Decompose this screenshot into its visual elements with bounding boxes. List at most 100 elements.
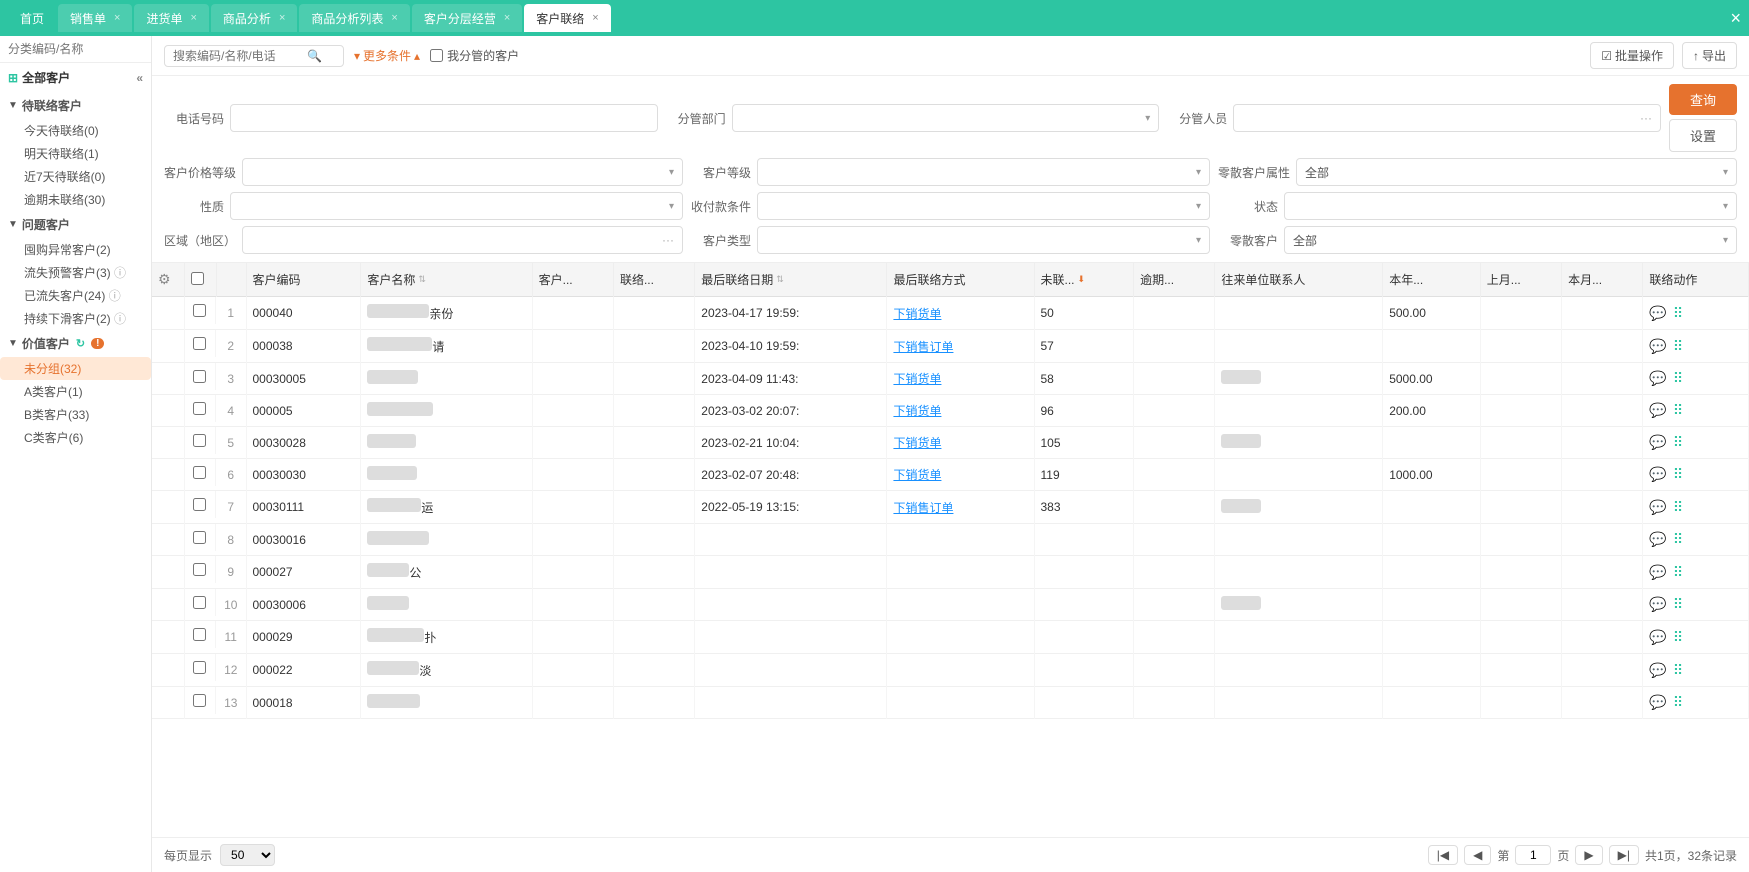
contact-phone-icon[interactable]: 💬: [1649, 402, 1666, 419]
row-checkbox-cell[interactable]: [185, 589, 217, 616]
row-checkbox[interactable]: [193, 402, 206, 415]
sidebar-item-tomorrow-pending[interactable]: 明天待联络(1): [0, 142, 151, 165]
col-last-contact-date[interactable]: 最后联络日期⇅: [695, 263, 887, 297]
close-all-button[interactable]: ×: [1730, 8, 1741, 29]
filter-manager-select[interactable]: ···: [1233, 104, 1661, 132]
col-customer-type[interactable]: 客户...: [532, 263, 613, 297]
select-all-checkbox[interactable]: [191, 272, 204, 285]
more-action-icon[interactable]: ⠿: [1673, 338, 1683, 355]
value-refresh-icon[interactable]: ↻: [76, 337, 85, 350]
page-first-button[interactable]: |◀: [1428, 845, 1458, 865]
more-action-icon[interactable]: ⠿: [1673, 434, 1683, 451]
more-action-icon[interactable]: ⠿: [1673, 466, 1683, 483]
tab-customer-segment-close[interactable]: ×: [504, 12, 510, 24]
contact-phone-icon[interactable]: 💬: [1649, 305, 1666, 322]
all-customers-section[interactable]: ⊞ 全部客户 «: [0, 63, 151, 92]
sidebar-item-declining[interactable]: 持续下滑客户(2) ⓘ: [0, 307, 151, 330]
tab-product-analysis-list-close[interactable]: ×: [391, 12, 397, 24]
row-checkbox-cell[interactable]: [185, 524, 217, 551]
row-last-method[interactable]: 下销货单: [887, 297, 1034, 330]
search-box[interactable]: 🔍: [164, 45, 344, 67]
my-customers-checkbox[interactable]: 我分管的客户: [430, 47, 519, 64]
my-customers-input[interactable]: [430, 49, 443, 62]
filter-manager-dots[interactable]: ···: [1640, 111, 1652, 125]
col-customer-code[interactable]: 客户编码: [246, 263, 361, 297]
tab-home[interactable]: 首页: [8, 4, 56, 32]
sidebar-item-week-pending[interactable]: 近7天待联络(0): [0, 165, 151, 188]
row-last-method[interactable]: 下销货单: [887, 427, 1034, 459]
sidebar-item-class-c[interactable]: C类客户(6): [0, 426, 151, 449]
sidebar-item-churned[interactable]: 已流失客户(24) ⓘ: [0, 284, 151, 307]
more-action-icon[interactable]: ⠿: [1673, 596, 1683, 613]
more-action-icon[interactable]: ⠿: [1673, 499, 1683, 516]
sidebar-item-overdue-pending[interactable]: 逾期未联络(30): [0, 188, 151, 211]
contact-phone-icon[interactable]: 💬: [1649, 338, 1666, 355]
row-checkbox[interactable]: [193, 661, 206, 674]
col-customer-name[interactable]: 客户名称⇅: [361, 263, 532, 297]
col-last-contact-method[interactable]: 最后联络方式: [887, 263, 1034, 297]
contact-phone-icon[interactable]: 💬: [1649, 694, 1666, 711]
row-checkbox[interactable]: [193, 531, 206, 544]
search-icon[interactable]: 🔍: [307, 49, 322, 63]
row-last-method[interactable]: 下销货单: [887, 395, 1034, 427]
more-action-icon[interactable]: ⠿: [1673, 305, 1683, 322]
row-last-method[interactable]: 下销售订单: [887, 491, 1034, 524]
row-checkbox[interactable]: [193, 370, 206, 383]
contact-phone-icon[interactable]: 💬: [1649, 499, 1666, 516]
more-action-icon[interactable]: ⠿: [1673, 402, 1683, 419]
row-last-method[interactable]: 下销货单: [887, 363, 1034, 395]
tab-product-analysis-list[interactable]: 商品分析列表 ×: [299, 4, 409, 32]
page-size-select[interactable]: 50 100 200: [220, 844, 275, 866]
tab-customer-contact-close[interactable]: ×: [592, 12, 598, 24]
sidebar-search-box[interactable]: 🔍: [0, 36, 151, 63]
more-action-icon[interactable]: ⠿: [1673, 370, 1683, 387]
contact-phone-icon[interactable]: 💬: [1649, 466, 1666, 483]
tab-product-analysis-close[interactable]: ×: [279, 12, 285, 24]
contact-phone-icon[interactable]: 💬: [1649, 662, 1666, 679]
col-checkbox[interactable]: [184, 263, 216, 297]
page-next-button[interactable]: ▶: [1575, 845, 1602, 865]
col-no-contact[interactable]: 未联...⬇: [1034, 263, 1134, 297]
filter-customer-type-select[interactable]: ▾: [757, 226, 1210, 254]
row-checkbox-cell[interactable]: [185, 363, 217, 390]
row-last-method[interactable]: 下销售订单: [887, 330, 1034, 363]
page-last-button[interactable]: ▶|: [1609, 845, 1639, 865]
row-checkbox-cell[interactable]: [185, 395, 217, 422]
contact-phone-icon[interactable]: 💬: [1649, 564, 1666, 581]
filter-dept-select[interactable]: ▾: [732, 104, 1160, 132]
sidebar-item-ungroup[interactable]: 未分组(32): [0, 357, 151, 380]
sidebar-item-today-pending[interactable]: 今天待联络(0): [0, 119, 151, 142]
gear-icon[interactable]: ⚙: [158, 271, 171, 287]
contact-phone-icon[interactable]: 💬: [1649, 370, 1666, 387]
row-checkbox[interactable]: [193, 596, 206, 609]
filter-region-select[interactable]: ···: [242, 226, 683, 254]
tab-customer-contact[interactable]: 客户联络 ×: [524, 4, 610, 32]
sidebar-item-class-b[interactable]: B类客户(33): [0, 403, 151, 426]
col-gear[interactable]: ⚙: [152, 263, 184, 297]
search-input[interactable]: [173, 49, 303, 63]
row-last-method[interactable]: 下销货单: [887, 459, 1034, 491]
filter-region-dots[interactable]: ···: [662, 233, 674, 247]
filter-gender-select[interactable]: ▾: [230, 192, 683, 220]
page-input[interactable]: [1515, 845, 1551, 865]
contact-phone-icon[interactable]: 💬: [1649, 531, 1666, 548]
row-checkbox[interactable]: [193, 304, 206, 317]
sidebar-category-pending[interactable]: ▼ 待联络客户: [0, 92, 151, 119]
col-trade-contact[interactable]: 往来单位联系人: [1215, 263, 1383, 297]
reset-button[interactable]: 设置: [1669, 119, 1737, 152]
col-overdue[interactable]: 逾期...: [1134, 263, 1215, 297]
filter-payment-select[interactable]: ▾: [757, 192, 1210, 220]
col-this-month[interactable]: 本月...: [1562, 263, 1643, 297]
filter-retail-attr-select[interactable]: 全部 ▾: [1296, 158, 1737, 186]
contact-phone-icon[interactable]: 💬: [1649, 629, 1666, 646]
row-checkbox-cell[interactable]: [185, 556, 217, 583]
row-checkbox[interactable]: [193, 337, 206, 350]
tab-purchase[interactable]: 进货单 ×: [134, 4, 208, 32]
col-contact[interactable]: 联络...: [613, 263, 694, 297]
tab-purchase-close[interactable]: ×: [190, 12, 196, 24]
filter-customer-level-select[interactable]: ▾: [757, 158, 1210, 186]
row-checkbox-cell[interactable]: [185, 459, 217, 486]
col-last-month[interactable]: 上月...: [1480, 263, 1561, 297]
more-action-icon[interactable]: ⠿: [1673, 629, 1683, 646]
sidebar-collapse-arrow[interactable]: «: [136, 71, 143, 85]
